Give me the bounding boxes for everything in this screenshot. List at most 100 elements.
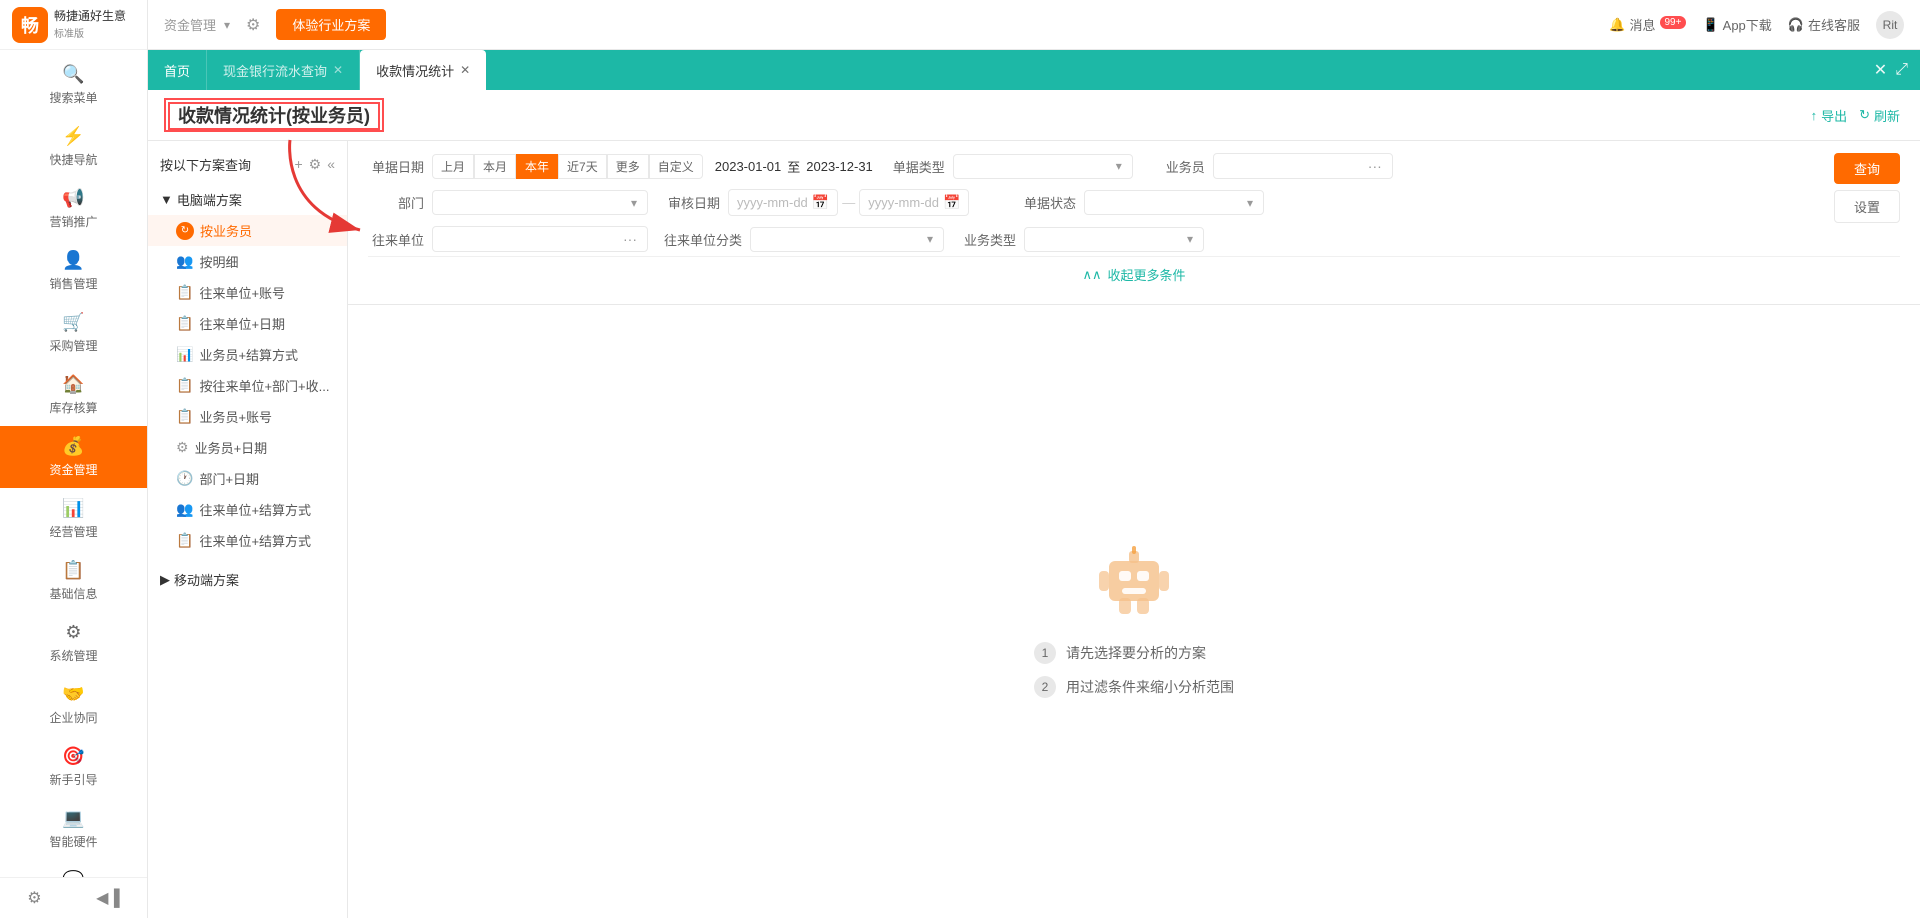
sidebar-item-inventory[interactable]: 🏠 库存核算 [0,364,147,426]
user-avatar[interactable]: Rit [1876,11,1904,39]
page-title: 收款情况统计(按业务员) [168,102,380,130]
sidebar-item-hardware[interactable]: 💻 智能硬件 [0,798,147,860]
date-tab-custom[interactable]: 自定义 [649,154,703,179]
filter-partner-select[interactable]: ··· [432,226,648,252]
filter-docstatus-select[interactable]: ▾ [1084,190,1264,215]
date-tab-this-month[interactable]: 本月 [474,154,516,179]
tree-item-salesman-account[interactable]: 📋 业务员+账号 [148,401,347,432]
date-tab-this-year[interactable]: 本年 [516,154,558,179]
filter-row-2: 部门 ▾ 审核日期 [368,189,1822,216]
partner-dots-icon[interactable]: ··· [623,231,637,247]
filter-dept-select[interactable]: ▾ [432,190,648,215]
sidebar-item-sales[interactable]: 👤 销售管理 [0,240,147,302]
tree-section-desktop-header[interactable]: ▼ 电脑端方案 [148,184,347,215]
wechat-icon: 💬 [62,870,84,877]
headset-icon: 🎧 [1788,17,1804,33]
sidebar-item-purchase[interactable]: 🛒 采购管理 [0,302,147,364]
filter-partner-item: 往来单位 ··· [368,226,648,252]
filter-auditdate-item: 审核日期 yyyy-mm-dd 📅 — yyyy-mm-dd [664,189,1004,216]
tab-expand-btn[interactable]: ⤢ [1895,61,1908,79]
logo-text: 畅捷通好生意 标准版 [54,9,126,40]
content-area: 按以下方案查询 + ⚙ « ▼ 电脑端方案 ↻ 按业务员 [148,141,1920,918]
panel-header-icons: + ⚙ « [294,156,335,173]
tree-item-salesman-payment[interactable]: 📊 业务员+结算方式 [148,339,347,370]
tree-item-by-salesman[interactable]: ↻ 按业务员 [148,215,347,246]
avatar: Rit [1876,11,1904,39]
tree-item-partner-account[interactable]: 📋 往来单位+账号 [148,277,347,308]
tree-item-by-detail[interactable]: 👥 按明细 [148,246,347,277]
sidebar-item-operation[interactable]: 📊 经营管理 [0,488,147,550]
sidebar-item-finance[interactable]: 💰 资金管理 [0,426,147,488]
salesman-dots-icon[interactable]: ··· [1368,158,1382,174]
filter-partner-category-item: 往来单位分类 ▾ [664,227,944,252]
sidebar-collapse-btn[interactable]: ◀▐ [96,888,120,908]
sidebar-item-wechat[interactable]: 💬 企业微信 [0,860,147,877]
topbar-gear-icon[interactable]: ⚙ [246,15,260,35]
sidebar-item-quick-nav[interactable]: ⚡ 快捷导航 [0,116,147,178]
sidebar-item-search-menu[interactable]: 🔍 搜索菜单 [0,54,147,116]
date-tab-7days[interactable]: 近7天 [558,154,607,179]
filter-doctype-item: 单据类型 ▾ [889,154,1133,179]
salesman-payment-icon: 📊 [176,346,193,363]
app-download-btn[interactable]: 📱 App下载 [1702,15,1771,34]
query-btn[interactable]: 查询 [1834,153,1900,184]
filter-partner-category-label: 往来单位分类 [664,230,742,249]
tabs-actions: ✕ ⤢ [1874,60,1920,80]
refresh-btn[interactable]: ↻ 刷新 [1859,106,1900,125]
sidebar-settings-btn[interactable]: ⚙ [27,888,41,908]
tree-section-mobile-header[interactable]: ▶ 移动端方案 [148,564,347,595]
filter-date-content: 上月 本月 本年 近7天 更多 自定义 2023-0 [432,154,873,179]
sidebar-item-marketing[interactable]: 📢 营销推广 [0,178,147,240]
page-header: 收款情况统计(按业务员) ↑ 导出 ↻ 刷新 [148,90,1920,141]
logo-icon: 畅 [12,7,48,43]
export-btn[interactable]: ↑ 导出 [1811,106,1848,125]
sidebar-item-system[interactable]: ⚙ 系统管理 [0,612,147,674]
filter-row-1: 单据日期 上月 本月 本年 近7天 更多 自定义 [368,153,1822,179]
tree-item-partner-dept[interactable]: 📋 按往来单位+部门+收... [148,370,347,401]
tree-item-partner-date[interactable]: 📋 往来单位+日期 [148,308,347,339]
breadcrumb-chevron-icon[interactable]: ▾ [224,18,230,32]
chevron-up-icon: ∧∧ [1082,267,1101,283]
tab-bank[interactable]: 现金银行流水查询 ✕ [207,50,360,90]
filter-salesman-label: 业务员 [1149,157,1205,176]
sidebar-logo: 畅 畅捷通好生意 标准版 [0,0,147,50]
filter-partner-category-select[interactable]: ▾ [750,227,944,252]
tree-item-dept-date[interactable]: 🕐 部门+日期 [148,463,347,494]
tab-close-all-btn[interactable]: ✕ [1874,60,1887,80]
tree-item-partner-payment1[interactable]: 👥 往来单位+结算方式 [148,494,347,525]
filter-settings-btn[interactable]: 设置 [1834,190,1900,223]
notifications-btn[interactable]: 🔔 消息 99+ [1609,15,1686,34]
tab-close-receipts[interactable]: ✕ [460,63,470,77]
date-tab-more[interactable]: 更多 [607,154,649,179]
tab-receipts[interactable]: 收款情况统计 ✕ [360,50,486,90]
filter-salesman-select[interactable]: ··· [1213,153,1393,179]
sidebar-item-corp[interactable]: 🤝 企业协同 [0,674,147,736]
hardware-icon: 💻 [62,808,84,829]
trial-btn[interactable]: 体验行业方案 [276,9,386,40]
online-service-btn[interactable]: 🎧 在线客服 [1788,15,1860,34]
tree-item-partner-payment2[interactable]: 📋 往来单位+结算方式 [148,525,347,556]
filter-auditdate-from[interactable]: yyyy-mm-dd 📅 [728,189,838,216]
filter-doctype-select[interactable]: ▾ [953,154,1133,179]
panel-settings-icon[interactable]: ⚙ [309,156,322,173]
filter-doctype-label: 单据类型 [889,157,945,176]
corp-icon: 🤝 [62,684,84,705]
refresh-icon: ↻ [1859,107,1870,123]
panel-add-icon[interactable]: + [294,156,302,173]
topbar-right: 🔔 消息 99+ 📱 App下载 🎧 在线客服 Rit [1609,11,1904,39]
empty-state-icon [1084,526,1184,626]
date-tab-last-month[interactable]: 上月 [432,154,474,179]
filter-auditdate-to[interactable]: yyyy-mm-dd 📅 [859,189,969,216]
tree-section-mobile: ▶ 移动端方案 [148,560,347,599]
tab-close-bank[interactable]: ✕ [333,63,343,77]
tree-item-salesman-date[interactable]: ⚙ 业务员+日期 [148,432,347,463]
tab-home[interactable]: 首页 [148,50,207,90]
sidebar-item-guide[interactable]: 🎯 新手引导 [0,736,147,798]
sidebar-item-basicinfo[interactable]: 📋 基础信息 [0,550,147,612]
page-title-wrapper: 收款情况统计(按业务员) [168,102,380,128]
empty-state: 1 请先选择要分析的方案 2 用过滤条件来缩小分析范围 [348,305,1920,918]
tree-section-desktop: ▼ 电脑端方案 ↻ 按业务员 👥 按明细 📋 往来单位+账号 [148,180,347,560]
collapse-more-btn[interactable]: ∧∧ 收起更多条件 [368,256,1900,292]
filter-biztype-select[interactable]: ▾ [1024,227,1204,252]
panel-collapse-icon[interactable]: « [327,156,335,173]
